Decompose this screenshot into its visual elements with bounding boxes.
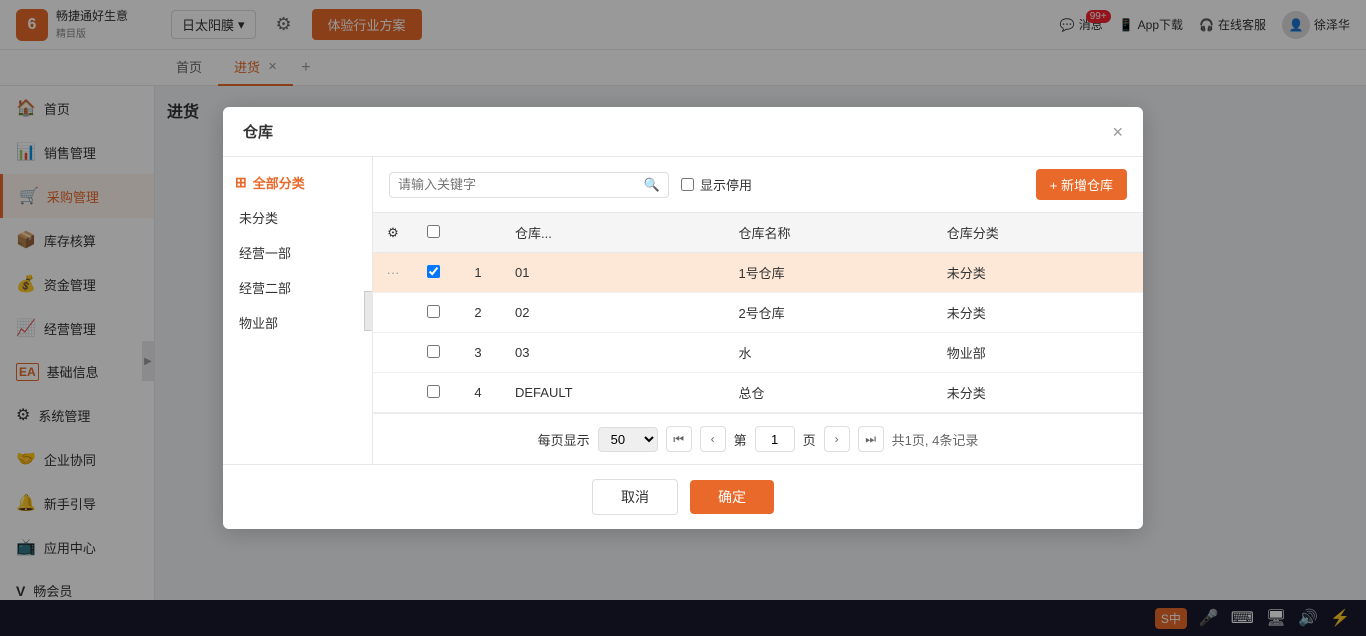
- table-body: ··· 1 01 1号仓库 未分类 2 02 2号仓库 未分类: [373, 253, 1143, 413]
- table-row[interactable]: ··· 1 01 1号仓库 未分类: [373, 253, 1143, 293]
- search-icon[interactable]: 🔍: [644, 177, 660, 193]
- category-dept2[interactable]: 经营二部: [223, 270, 372, 305]
- disabled-checkbox[interactable]: [681, 178, 694, 191]
- grid-icon: ⊞: [235, 174, 247, 191]
- row-category-cell: 未分类: [935, 373, 1143, 413]
- row-more-icon[interactable]: ···: [387, 265, 400, 280]
- next-page-button[interactable]: ›: [824, 426, 850, 452]
- table-row[interactable]: 3 03 水 物业部: [373, 333, 1143, 373]
- modal-close-button[interactable]: ×: [1112, 123, 1123, 141]
- table-row[interactable]: 4 DEFAULT 总仓 未分类: [373, 373, 1143, 413]
- category-unclassified[interactable]: 未分类: [223, 200, 372, 235]
- modal-toolbar: 🔍 显示停用 + 新增仓库: [373, 157, 1143, 213]
- row-num-cell: 2: [453, 293, 503, 333]
- row-code-cell: 02: [503, 293, 726, 333]
- row-checkbox-cell: [413, 293, 453, 333]
- row-code-cell: 03: [503, 333, 726, 373]
- row-category-cell: 物业部: [935, 333, 1143, 373]
- row-num-cell: 1: [453, 253, 503, 293]
- col-checkbox: [413, 213, 453, 253]
- modal-title: 仓库: [243, 121, 273, 142]
- warehouse-table-container: ⚙ 仓库... 仓库名称: [373, 213, 1143, 413]
- confirm-button[interactable]: 确定: [690, 480, 774, 514]
- modal-sidebar: ⊞ 全部分类 未分类 经营一部 经营二部 物业部 《: [223, 157, 373, 464]
- category-header[interactable]: ⊞ 全部分类: [223, 165, 372, 200]
- page-input[interactable]: [755, 426, 795, 452]
- prev-page-button[interactable]: ‹: [700, 426, 726, 452]
- row-code-cell: 01: [503, 253, 726, 293]
- add-warehouse-button[interactable]: + 新增仓库: [1036, 169, 1127, 200]
- warehouse-table: ⚙ 仓库... 仓库名称: [373, 213, 1143, 413]
- row-name-cell: 水: [726, 333, 934, 373]
- row-checkbox[interactable]: [427, 265, 440, 278]
- last-page-button[interactable]: ⏭: [858, 426, 884, 452]
- collapse-sidebar-button[interactable]: 《: [364, 291, 373, 331]
- select-all-checkbox[interactable]: [427, 225, 440, 238]
- first-page-button[interactable]: ⏮: [666, 426, 692, 452]
- category-dept1[interactable]: 经营一部: [223, 235, 372, 270]
- row-checkbox-cell: [413, 333, 453, 373]
- row-checkbox[interactable]: [427, 345, 440, 358]
- per-page-label: 每页显示: [538, 430, 590, 449]
- row-checkbox-cell: [413, 373, 453, 413]
- row-actions-cell: [373, 333, 413, 373]
- search-box: 🔍: [389, 172, 669, 198]
- search-input[interactable]: [398, 177, 638, 192]
- row-name-cell: 1号仓库: [726, 253, 934, 293]
- row-name-cell: 2号仓库: [726, 293, 934, 333]
- cancel-button[interactable]: 取消: [592, 479, 678, 515]
- col-settings: ⚙: [373, 213, 413, 253]
- table-row[interactable]: 2 02 2号仓库 未分类: [373, 293, 1143, 333]
- modal-main: 🔍 显示停用 + 新增仓库 ⚙: [373, 157, 1143, 464]
- col-code: 仓库...: [503, 213, 726, 253]
- gear-icon[interactable]: ⚙: [387, 225, 399, 240]
- col-name: 仓库名称: [726, 213, 934, 253]
- modal-body: ⊞ 全部分类 未分类 经营一部 经营二部 物业部 《 🔍 显示停用 + 新增: [223, 157, 1143, 464]
- row-checkbox-cell: [413, 253, 453, 293]
- row-actions-cell: [373, 293, 413, 333]
- page-end-label: 页: [803, 430, 816, 449]
- row-checkbox[interactable]: [427, 305, 440, 318]
- page-label-text: 第: [734, 430, 747, 449]
- row-actions-cell: [373, 373, 413, 413]
- total-info: 共1页, 4条记录: [892, 430, 979, 449]
- row-category-cell: 未分类: [935, 253, 1143, 293]
- category-property[interactable]: 物业部: [223, 305, 372, 340]
- row-num-cell: 4: [453, 373, 503, 413]
- modal-header: 仓库 ×: [223, 107, 1143, 157]
- modal-footer: 取消 确定: [223, 464, 1143, 529]
- row-code-cell: DEFAULT: [503, 373, 726, 413]
- table-header-row: ⚙ 仓库... 仓库名称: [373, 213, 1143, 253]
- col-category: 仓库分类: [935, 213, 1143, 253]
- col-num: [453, 213, 503, 253]
- per-page-select[interactable]: 50 20 100: [598, 427, 658, 452]
- row-category-cell: 未分类: [935, 293, 1143, 333]
- warehouse-modal: 仓库 × ⊞ 全部分类 未分类 经营一部 经营二部 物业部 《 🔍: [223, 107, 1143, 529]
- row-num-cell: 3: [453, 333, 503, 373]
- row-name-cell: 总仓: [726, 373, 934, 413]
- row-checkbox[interactable]: [427, 385, 440, 398]
- pagination: 每页显示 50 20 100 ⏮ ‹ 第 页 › ⏭ 共1页, 4条记录: [373, 413, 1143, 464]
- show-disabled-checkbox[interactable]: 显示停用: [681, 175, 752, 194]
- row-actions-cell: ···: [373, 253, 413, 293]
